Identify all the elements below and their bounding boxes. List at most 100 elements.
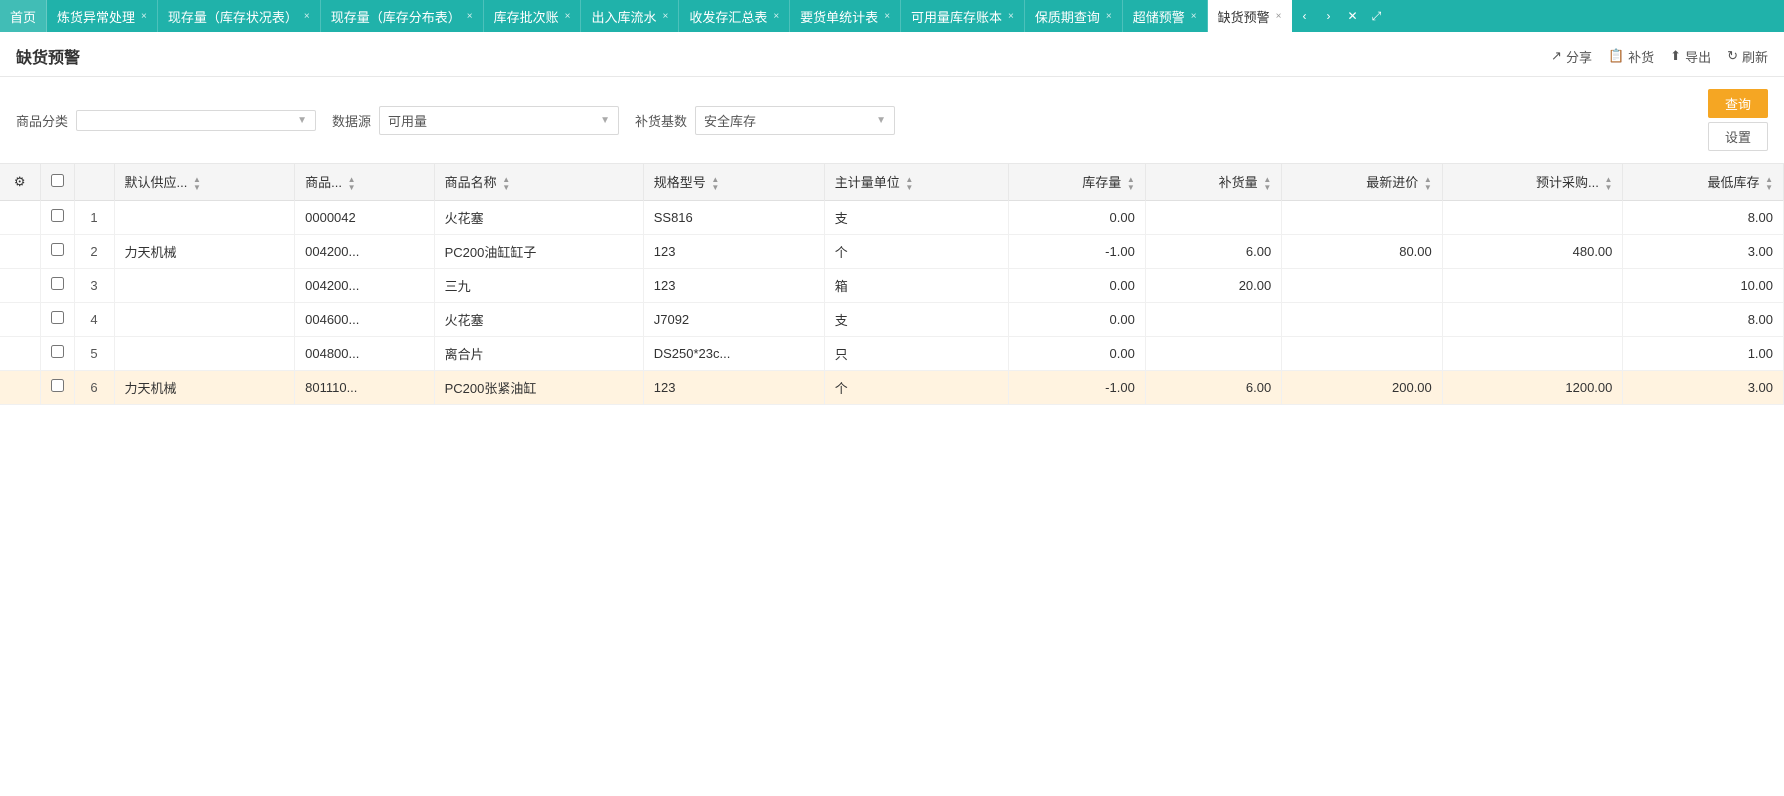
est-purchase-sort-icon[interactable]: ▲▼ — [1604, 176, 1612, 192]
stock-sort-icon[interactable]: ▲▼ — [1127, 176, 1135, 192]
row-checkbox-cell[interactable] — [40, 200, 74, 234]
row-unit: 支 — [824, 302, 1009, 336]
spec-sort-icon[interactable]: ▲▼ — [711, 176, 719, 192]
row-min-stock: 10.00 — [1623, 268, 1784, 302]
export-button[interactable]: ⬆ 导出 — [1670, 47, 1711, 66]
select-all-checkbox[interactable] — [51, 174, 64, 187]
row-checkbox[interactable] — [51, 379, 64, 392]
col-unit[interactable]: 主计量单位 ▲▼ — [824, 164, 1009, 200]
row-checkbox-cell[interactable] — [40, 302, 74, 336]
min-stock-sort-icon[interactable]: ▲▼ — [1765, 176, 1773, 192]
tab-overstock[interactable]: 超储预警 × — [1123, 0, 1208, 32]
tab-order-stats-close[interactable]: × — [884, 11, 890, 22]
tab-collect-summary-close[interactable]: × — [773, 11, 779, 22]
tab-close-all[interactable]: ✕ — [1340, 0, 1364, 32]
table-row: 2 力天机械 004200... PC200油缸缸子 123 个 -1.00 6… — [0, 234, 1784, 268]
tab-bar: 首页 炼货异常处理 × 现存量（库存状况表） × 现存量（库存分布表） × 库存… — [0, 0, 1784, 32]
unit-sort-icon[interactable]: ▲▼ — [905, 176, 913, 192]
row-checkbox[interactable] — [51, 345, 64, 358]
page-header: 缺货预警 ↗ 分享 📋 补货 ⬆ 导出 ↻ 刷新 — [0, 32, 1784, 77]
replenish-button[interactable]: 📋 补货 — [1608, 47, 1654, 66]
latest-price-sort-icon[interactable]: ▲▼ — [1424, 176, 1432, 192]
row-checkbox[interactable] — [51, 311, 64, 324]
category-select[interactable]: ▼ — [76, 110, 316, 131]
tab-overstock-close[interactable]: × — [1191, 11, 1197, 22]
row-name: 火花塞 — [434, 302, 643, 336]
filter-actions: 查询 设置 — [1708, 89, 1768, 151]
code-sort-icon[interactable]: ▲▼ — [348, 176, 356, 192]
tab-inout-flow[interactable]: 出入库流水 × — [581, 0, 679, 32]
col-code[interactable]: 商品... ▲▼ — [295, 164, 435, 200]
tab-batch-account[interactable]: 库存批次账 × — [484, 0, 582, 32]
tab-scroll-left[interactable]: ‹ — [1292, 0, 1316, 32]
col-min-stock[interactable]: 最低库存 ▲▼ — [1623, 164, 1784, 200]
row-name: 三九 — [434, 268, 643, 302]
row-latest-price — [1282, 302, 1443, 336]
row-min-stock: 3.00 — [1623, 370, 1784, 404]
row-checkbox-cell[interactable] — [40, 234, 74, 268]
row-spec: J7092 — [643, 302, 824, 336]
refresh-button[interactable]: ↻ 刷新 — [1727, 47, 1768, 66]
replenish-base-select[interactable]: 安全库存 ▼ — [695, 106, 895, 135]
row-unit: 支 — [824, 200, 1009, 234]
tab-scroll-right[interactable]: › — [1316, 0, 1340, 32]
row-checkbox[interactable] — [51, 277, 64, 290]
row-latest-price — [1282, 336, 1443, 370]
row-replenish: 6.00 — [1145, 234, 1281, 268]
col-name[interactable]: 商品名称 ▲▼ — [434, 164, 643, 200]
row-min-stock: 1.00 — [1623, 336, 1784, 370]
tab-order-stats[interactable]: 要货单统计表 × — [790, 0, 901, 32]
main-content: 缺货预警 ↗ 分享 📋 补货 ⬆ 导出 ↻ 刷新 商品分类 — [0, 32, 1784, 796]
row-stock: -1.00 — [1009, 370, 1145, 404]
tab-shortage[interactable]: 缺货预警 × — [1208, 0, 1293, 32]
row-number: 6 — [74, 370, 114, 404]
row-code: 004200... — [295, 268, 435, 302]
tab-home[interactable]: 首页 — [0, 0, 47, 32]
tab-expiry-close[interactable]: × — [1106, 11, 1112, 22]
col-latest-price[interactable]: 最新进价 ▲▼ — [1282, 164, 1443, 200]
share-button[interactable]: ↗ 分享 — [1551, 47, 1592, 66]
category-chevron-icon: ▼ — [297, 115, 307, 126]
row-name: PC200油缸缸子 — [434, 234, 643, 268]
tab-stock-status[interactable]: 现存量（库存状况表） × — [158, 0, 321, 32]
row-spec: DS250*23c... — [643, 336, 824, 370]
tab-available-ledger-close[interactable]: × — [1008, 11, 1014, 22]
row-code: 004600... — [295, 302, 435, 336]
tab-shortage-close[interactable]: × — [1276, 11, 1282, 22]
tab-maximize[interactable]: ⤢ — [1364, 0, 1388, 32]
col-supplier[interactable]: 默认供应... ▲▼ — [114, 164, 295, 200]
tab-exception[interactable]: 炼货异常处理 × — [47, 0, 158, 32]
row-gear-cell — [0, 370, 40, 404]
tab-exception-close[interactable]: × — [141, 11, 147, 22]
replenish-sort-icon[interactable]: ▲▼ — [1263, 176, 1271, 192]
table-row: 5 004800... 离合片 DS250*23c... 只 0.00 1.00 — [0, 336, 1784, 370]
tab-batch-account-close[interactable]: × — [565, 11, 571, 22]
row-gear-cell — [0, 336, 40, 370]
tab-available-ledger[interactable]: 可用量库存账本 × — [901, 0, 1025, 32]
settings-button[interactable]: 设置 — [1708, 122, 1768, 151]
table-row: 1 0000042 火花塞 SS816 支 0.00 8.00 — [0, 200, 1784, 234]
col-estimated-purchase[interactable]: 预计采购... ▲▼ — [1442, 164, 1623, 200]
col-spec[interactable]: 规格型号 ▲▼ — [643, 164, 824, 200]
name-sort-icon[interactable]: ▲▼ — [502, 176, 510, 192]
row-unit: 个 — [824, 370, 1009, 404]
col-replenish[interactable]: 补货量 ▲▼ — [1145, 164, 1281, 200]
tab-stock-dist[interactable]: 现存量（库存分布表） × — [321, 0, 484, 32]
row-checkbox-cell[interactable] — [40, 370, 74, 404]
tab-stock-status-close[interactable]: × — [304, 11, 310, 22]
query-button[interactable]: 查询 — [1708, 89, 1768, 118]
supplier-sort-icon[interactable]: ▲▼ — [193, 176, 201, 192]
tab-collect-summary[interactable]: 收发存汇总表 × — [679, 0, 790, 32]
tab-expiry[interactable]: 保质期查询 × — [1025, 0, 1123, 32]
row-checkbox-cell[interactable] — [40, 336, 74, 370]
datasource-select[interactable]: 可用量 ▼ — [379, 106, 619, 135]
col-checkbox[interactable] — [40, 164, 74, 200]
row-checkbox[interactable] — [51, 209, 64, 222]
col-gear[interactable]: ⚙ — [0, 164, 40, 200]
col-stock[interactable]: 库存量 ▲▼ — [1009, 164, 1145, 200]
filter-bar: 商品分类 ▼ 数据源 可用量 ▼ 补货基数 安全库存 ▼ 查询 设置 — [0, 77, 1784, 164]
tab-inout-flow-close[interactable]: × — [662, 11, 668, 22]
tab-stock-dist-close[interactable]: × — [467, 11, 473, 22]
row-checkbox[interactable] — [51, 243, 64, 256]
row-checkbox-cell[interactable] — [40, 268, 74, 302]
